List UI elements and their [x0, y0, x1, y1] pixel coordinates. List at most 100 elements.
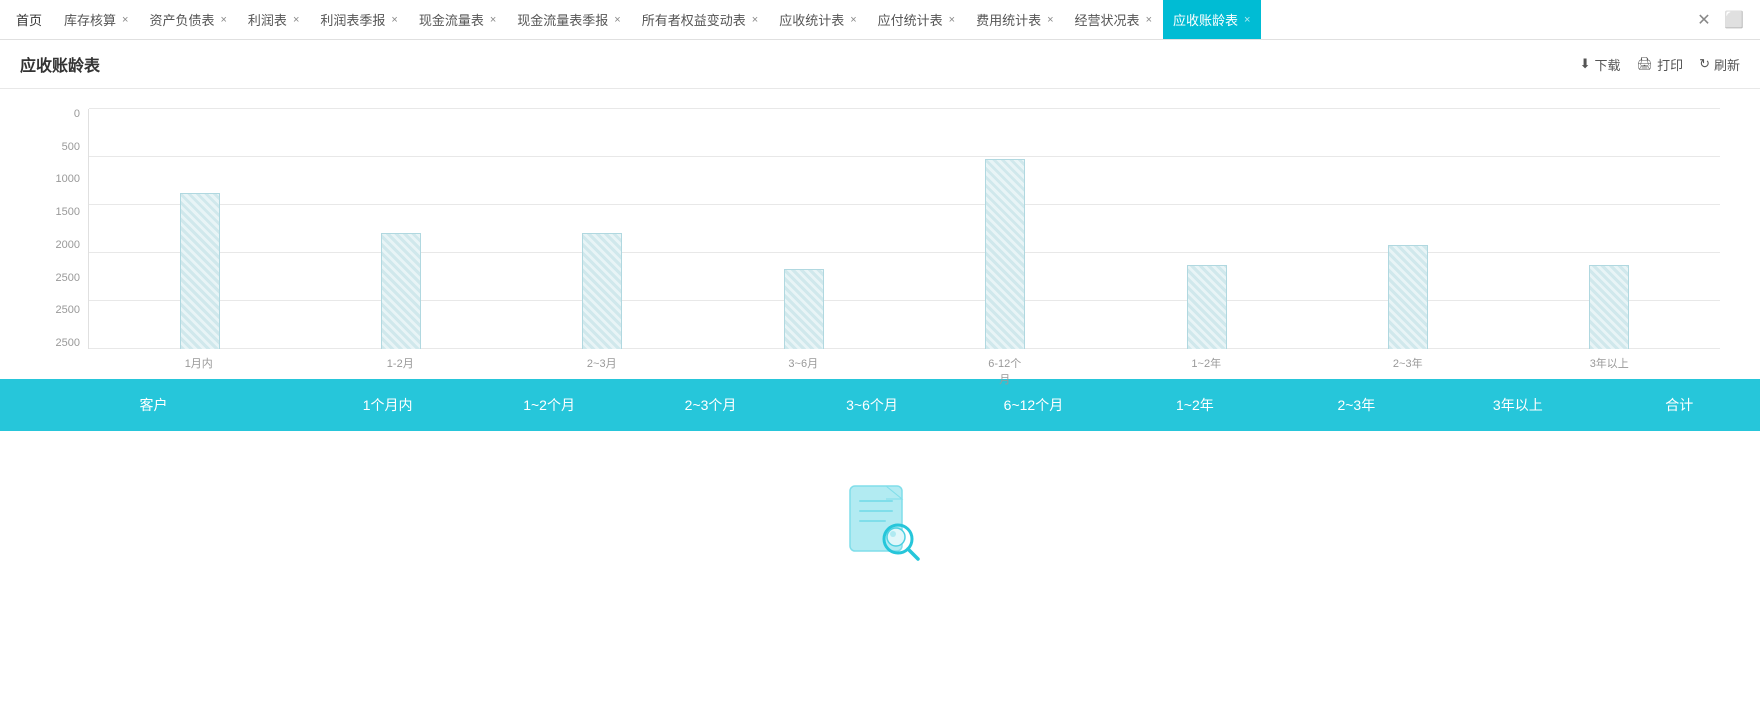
table-header-2to3m: 2~3个月: [630, 395, 791, 415]
tab-balance-sheet[interactable]: 资产负债表 ×: [139, 0, 237, 40]
table-body: [0, 431, 1760, 611]
chart-bar: [1589, 265, 1629, 349]
table-header: 客户1个月内1~2个月2~3个月3~6个月6~12个月1~2年2~3年3年以上合…: [0, 379, 1760, 431]
bar-group: [582, 233, 622, 349]
chart-wrapper: 2500250025002000150010005000 1月内1: [40, 109, 1720, 369]
y-axis-label: 2500: [40, 338, 80, 349]
chart-bar: [582, 233, 622, 349]
window-actions: ✕ ⬜: [1690, 6, 1756, 34]
x-axis-label: 1~2年: [1186, 355, 1226, 369]
x-axis-label: 3年以上: [1589, 355, 1629, 369]
table-header-2to3y: 2~3年: [1276, 395, 1437, 415]
tab-label: 经营状况表: [1075, 10, 1140, 29]
tab-ap-stats[interactable]: 应付统计表 ×: [868, 0, 966, 40]
page-header: 应收账龄表 ⬇ 下载 🖨 打印 ↻ 刷新: [0, 40, 1760, 89]
tab-label: 费用统计表: [976, 10, 1041, 29]
tab-label: 库存核算: [64, 10, 116, 29]
tab-profit[interactable]: 利润表 ×: [238, 0, 310, 40]
refresh-button[interactable]: ↻ 刷新: [1699, 55, 1740, 74]
y-axis-label: 0: [40, 109, 80, 120]
header-actions: ⬇ 下载 🖨 打印 ↻ 刷新: [1580, 55, 1740, 74]
tab-profit-quarterly[interactable]: 利润表季报 ×: [310, 0, 408, 40]
tab-label: 所有者权益变动表: [642, 10, 746, 29]
main-content: 2500250025002000150010005000 1月内1: [0, 89, 1760, 720]
tab-bar: 首页 库存核算×资产负债表×利润表×利润表季报×现金流量表×现金流量表季报×所有…: [0, 0, 1760, 40]
table-header-1to2y: 1~2年: [1114, 395, 1275, 415]
x-axis-label: 3~6月: [783, 355, 823, 369]
print-button[interactable]: 🖨 打印: [1637, 55, 1684, 74]
y-axis: 2500250025002000150010005000: [40, 109, 80, 369]
bar-group: [784, 269, 824, 349]
tab-label: 利润表季报: [320, 10, 385, 29]
tab-close-profit[interactable]: ×: [293, 14, 299, 26]
y-axis-label: 2500: [40, 305, 80, 316]
download-label: 下载: [1595, 55, 1621, 74]
tab-expense-stats[interactable]: 费用统计表 ×: [966, 0, 1064, 40]
page-title: 应收账龄表: [20, 52, 100, 76]
tab-cashflow[interactable]: 现金流量表 ×: [409, 0, 507, 40]
chart-bar: [381, 233, 421, 349]
tab-close-balance-sheet[interactable]: ×: [220, 14, 226, 26]
bar-group: [1187, 265, 1227, 349]
y-axis-label: 1000: [40, 174, 80, 185]
tab-label: 现金流量表: [419, 10, 484, 29]
tab-label: 应收统计表: [779, 10, 844, 29]
x-labels: 1月内 1-2月 2~3月 3~6月 6-12个月 1~2年 2~3年 3年以上: [88, 349, 1720, 369]
table-header-1to2m: 1~2个月: [468, 395, 629, 415]
bar-group: [1388, 245, 1428, 349]
tab-close-cashflow-quarterly[interactable]: ×: [614, 14, 620, 26]
empty-illustration: [830, 471, 930, 571]
y-axis-label: 500: [40, 142, 80, 153]
refresh-label: 刷新: [1714, 55, 1740, 74]
bar-group: [985, 159, 1025, 349]
tab-close-expense-stats[interactable]: ×: [1047, 14, 1053, 26]
maximize-window-button[interactable]: ⬜: [1720, 6, 1748, 34]
bar-group: [1589, 265, 1629, 349]
empty-state: [810, 451, 950, 591]
table-header-3to6m: 3~6个月: [791, 395, 952, 415]
chart-bar: [1187, 265, 1227, 349]
tab-label: 现金流量表季报: [517, 10, 608, 29]
tab-home[interactable]: 首页: [4, 0, 54, 40]
tab-close-ar-aging[interactable]: ×: [1244, 14, 1250, 26]
chart-bar: [985, 159, 1025, 349]
tab-equity[interactable]: 所有者权益变动表 ×: [632, 0, 769, 40]
tab-operations[interactable]: 经营状况表 ×: [1065, 0, 1163, 40]
tab-close-cashflow[interactable]: ×: [490, 14, 496, 26]
chart-container: 2500250025002000150010005000 1月内1: [0, 89, 1760, 379]
chart-bar: [1388, 245, 1428, 349]
download-icon: ⬇: [1580, 56, 1591, 72]
table-header-within1m: 1个月内: [307, 395, 468, 415]
print-icon: 🖨: [1637, 56, 1654, 72]
bars-row: [89, 109, 1720, 349]
tab-label: 资产负债表: [149, 10, 214, 29]
table-header-total: 合计: [1599, 395, 1760, 415]
chart-bar: [784, 269, 824, 349]
tab-ar-aging[interactable]: 应收账龄表×: [1163, 0, 1261, 40]
close-window-button[interactable]: ✕: [1690, 6, 1718, 34]
x-axis-label: 2~3年: [1388, 355, 1428, 369]
tab-inventory[interactable]: 库存核算 ×: [54, 0, 139, 40]
x-axis-label: 1月内: [179, 355, 219, 369]
tab-close-operations[interactable]: ×: [1146, 14, 1152, 26]
tab-label: 应付统计表: [878, 10, 943, 29]
tab-close-ap-stats[interactable]: ×: [949, 14, 955, 26]
tab-close-ar-stats[interactable]: ×: [850, 14, 856, 26]
tab-close-inventory[interactable]: ×: [122, 14, 128, 26]
tab-cashflow-quarterly[interactable]: 现金流量表季报 ×: [507, 0, 631, 40]
tab-ar-stats[interactable]: 应收统计表 ×: [769, 0, 867, 40]
tab-label: 利润表: [248, 10, 287, 29]
x-axis-label: 2~3月: [582, 355, 622, 369]
x-axis-label: 1-2月: [380, 355, 420, 369]
table-header-customer: 客户: [0, 395, 307, 415]
download-button[interactable]: ⬇ 下载: [1580, 55, 1621, 74]
refresh-icon: ↻: [1699, 56, 1710, 72]
y-axis-label: 1500: [40, 207, 80, 218]
tab-close-profit-quarterly[interactable]: ×: [391, 14, 397, 26]
bar-group: [381, 233, 421, 349]
y-axis-label: 2000: [40, 240, 80, 251]
tab-close-equity[interactable]: ×: [752, 14, 758, 26]
table-header-over3y: 3年以上: [1437, 395, 1598, 415]
x-axis-label: 6-12个月: [985, 355, 1025, 369]
chart-grid: [88, 109, 1720, 349]
